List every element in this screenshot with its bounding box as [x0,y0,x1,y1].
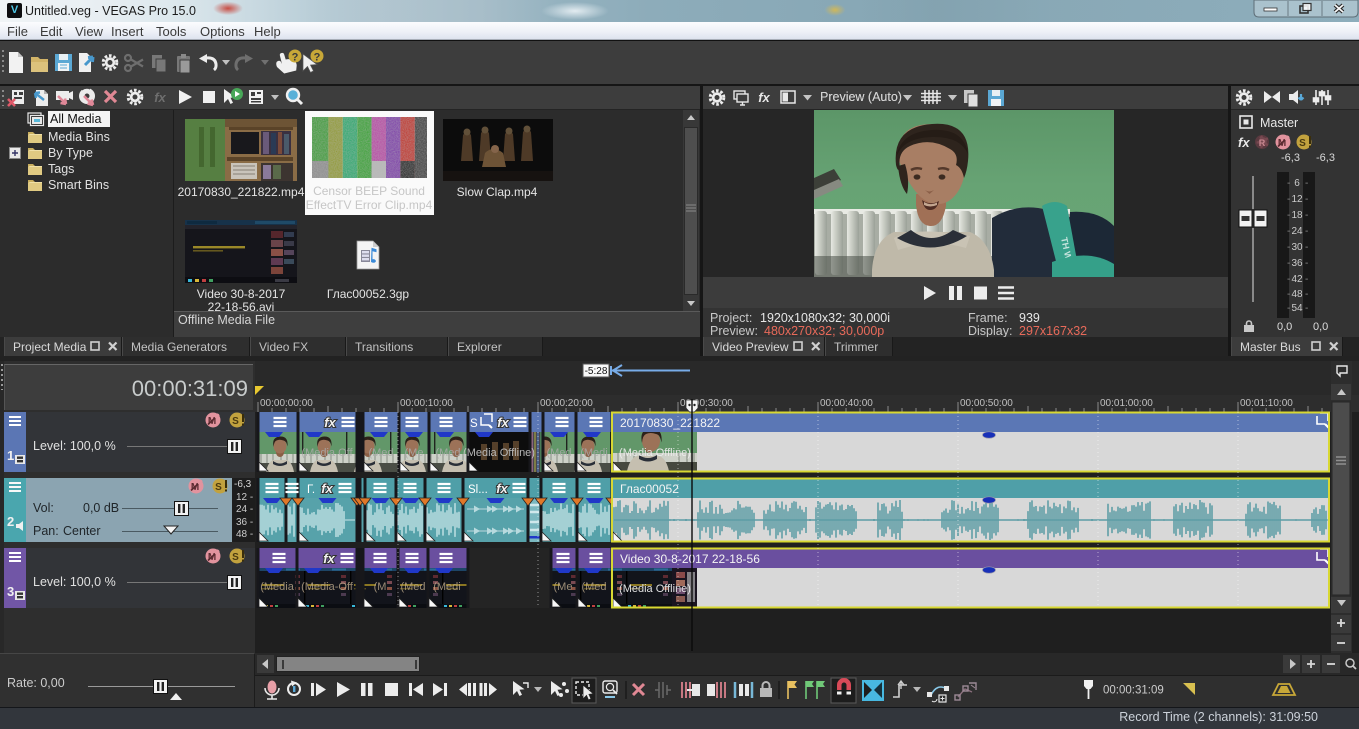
svg-text:00:00:20:00: 00:00:20:00 [540,398,593,409]
svg-text:Sl...: Sl... [468,484,488,496]
svg-text:fx: fx [323,551,335,566]
svg-text:fx: fx [497,415,509,430]
svg-text:(Med: (Med [400,581,425,593]
svg-text:?: ? [292,52,299,64]
svg-text:00:01:00:00: 00:01:00:00 [1100,398,1153,409]
svg-text:(Med: (Med [368,447,393,459]
svg-text:fx: fx [758,90,770,105]
svg-text:(M: (M [374,581,387,593]
svg-text:(Med: (Med [435,447,460,459]
svg-text:00:01:10:00: 00:01:10:00 [1240,398,1293,409]
svg-text:00:00:10:00: 00:00:10:00 [400,398,453,409]
svg-text:Глас00052: Глас00052 [620,482,679,496]
svg-text:R: R [1259,138,1266,148]
svg-text:fx: fx [496,481,508,496]
svg-text:(Med: (Med [546,447,571,459]
svg-text:(Media Offline): (Media Offline) [619,583,691,595]
svg-text:fx: fx [321,481,333,496]
svg-text:fx: fx [154,90,166,105]
svg-text:00:00:50:00: 00:00:50:00 [960,398,1013,409]
svg-text:S: S [1299,138,1306,149]
svg-text:Video 30-8-2017 22-18-56: Video 30-8-2017 22-18-56 [620,552,760,566]
svg-text:(Med: (Med [581,581,606,593]
svg-text:(Media Offline): (Media Offline) [619,447,691,459]
svg-text:20170830_221822: 20170830_221822 [620,416,720,430]
svg-text:(Media: (Media [260,581,295,593]
svg-text:(Media Offline): (Media Offline) [463,447,535,459]
svg-text:S: S [470,418,478,430]
svg-text:00:00:31:09: 00:00:31:09 [1103,685,1164,697]
svg-text:(Medi: (Medi [580,447,608,459]
svg-text:Г.: Г. [307,484,315,496]
svg-text:?: ? [314,52,321,64]
svg-text:(Me: (Me [554,581,573,593]
svg-text:(Media Off: (Media Off [301,447,353,459]
svg-text:fx: fx [324,415,336,430]
svg-text:fx: fx [1238,135,1250,150]
svg-text:(Me: (Me [405,447,424,459]
svg-text:00:00:00:00: 00:00:00:00 [260,398,313,409]
svg-text:-5:28: -5:28 [585,366,608,377]
svg-text:(Media-Off: (Media-Off [301,581,354,593]
svg-text:(Medi: (Medi [433,581,461,593]
svg-text:00:00:40:00: 00:00:40:00 [820,398,873,409]
